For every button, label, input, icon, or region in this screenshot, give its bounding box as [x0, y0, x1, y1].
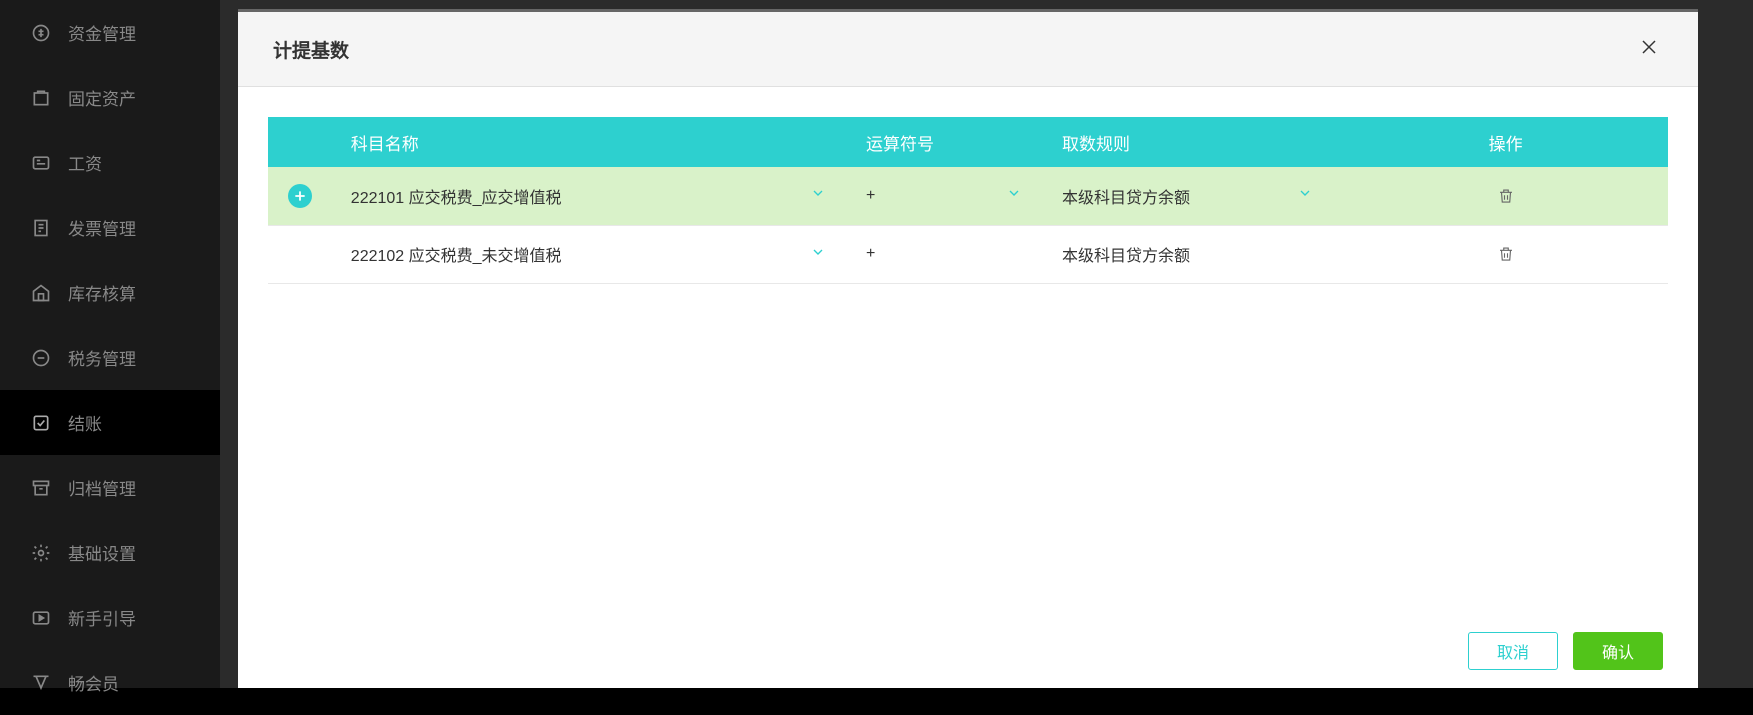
cell-subject: 222101 应交税费_应交增值税 [341, 167, 856, 225]
table-row: 222102 应交税费_未交增值税 + [268, 225, 1668, 283]
sidebar-item-label: 结账 [68, 410, 102, 435]
money-icon [30, 22, 52, 44]
sidebar-item-money[interactable]: 资金管理 [0, 0, 220, 65]
sidebar-item-label: 税务管理 [68, 345, 136, 370]
th-action: 操作 [1343, 117, 1668, 167]
subject-select[interactable]: 222101 应交税费_应交增值税 [351, 184, 846, 208]
tax-icon [30, 347, 52, 369]
chevron-down-icon [1006, 185, 1022, 206]
operator-select[interactable]: + [866, 185, 1042, 206]
confirm-button[interactable]: 确认 [1573, 632, 1663, 670]
cell-operator: + [856, 167, 1052, 225]
sidebar-item-vip[interactable]: 畅会员 [0, 650, 220, 715]
th-subject: 科目名称 [341, 117, 856, 167]
sidebar-item-label: 归档管理 [68, 475, 136, 500]
sidebar-item-settings[interactable]: 基础设置 [0, 520, 220, 585]
sidebar: 资金管理 固定资产 工资 发票管理 库存核算 税务管理 结账 [0, 0, 220, 688]
sidebar-item-label: 资金管理 [68, 20, 136, 45]
confirm-label: 确认 [1602, 639, 1634, 663]
close-button[interactable] [1635, 30, 1663, 68]
cell-add [268, 167, 341, 225]
table-header-row: 科目名称 运算符号 取数规则 操作 [268, 117, 1668, 167]
cell-rule: 本级科目贷方余额 [1052, 167, 1343, 225]
asset-icon [30, 87, 52, 109]
cell-add [268, 225, 341, 283]
sidebar-item-label: 工资 [68, 150, 102, 175]
modal-title: 计提基数 [273, 36, 349, 63]
th-operator: 运算符号 [856, 117, 1052, 167]
data-table: 科目名称 运算符号 取数规则 操作 222101 应交税费_应交增值税 [268, 117, 1668, 284]
sidebar-item-closing[interactable]: 结账 [0, 390, 220, 455]
delete-row-button[interactable] [1353, 186, 1658, 206]
cell-subject: 222102 应交税费_未交增值税 [341, 225, 856, 283]
cell-operator: + [856, 225, 1052, 283]
modal-dialog: 计提基数 科目名称 运算符号 取数规则 操作 [238, 9, 1698, 688]
invoice-icon [30, 217, 52, 239]
modal-footer: 取消 确认 [238, 613, 1698, 688]
modal-header: 计提基数 [238, 12, 1698, 87]
sidebar-item-archive[interactable]: 归档管理 [0, 455, 220, 520]
sidebar-item-tax[interactable]: 税务管理 [0, 325, 220, 390]
guide-icon [30, 607, 52, 629]
sidebar-item-asset[interactable]: 固定资产 [0, 65, 220, 130]
subject-select[interactable]: 222102 应交税费_未交增值税 [351, 242, 846, 266]
cell-action [1343, 167, 1668, 225]
trash-icon [1497, 244, 1515, 264]
th-rule: 取数规则 [1052, 117, 1343, 167]
operator-select[interactable]: + [866, 245, 1042, 263]
sidebar-item-label: 发票管理 [68, 215, 136, 240]
salary-icon [30, 152, 52, 174]
chevron-down-icon [1297, 185, 1313, 206]
sidebar-item-salary[interactable]: 工资 [0, 130, 220, 195]
archive-icon [30, 477, 52, 499]
cell-action [1343, 225, 1668, 283]
operator-value: + [866, 187, 875, 205]
add-row-button[interactable] [288, 184, 312, 208]
rule-value: 本级科目贷方余额 [1062, 242, 1190, 266]
rule-select[interactable]: 本级科目贷方余额 [1062, 184, 1333, 208]
subject-value: 222102 应交税费_未交增值税 [351, 242, 562, 266]
chevron-down-icon [810, 185, 826, 206]
sidebar-item-label: 库存核算 [68, 280, 136, 305]
sidebar-item-label: 固定资产 [68, 85, 136, 110]
sidebar-item-label: 新手引导 [68, 605, 136, 630]
inventory-icon [30, 282, 52, 304]
th-add [268, 117, 341, 167]
table-row: 222101 应交税费_应交增值税 + [268, 167, 1668, 225]
cancel-button[interactable]: 取消 [1468, 632, 1558, 670]
gear-icon [30, 542, 52, 564]
sidebar-item-invoice[interactable]: 发票管理 [0, 195, 220, 260]
cell-rule: 本级科目贷方余额 [1052, 225, 1343, 283]
rule-select[interactable]: 本级科目贷方余额 [1062, 242, 1333, 266]
sidebar-item-label: 畅会员 [68, 670, 119, 695]
cancel-label: 取消 [1497, 639, 1529, 663]
vip-icon [30, 672, 52, 694]
sidebar-item-inventory[interactable]: 库存核算 [0, 260, 220, 325]
chevron-down-icon [810, 244, 826, 265]
sidebar-item-guide[interactable]: 新手引导 [0, 585, 220, 650]
operator-value: + [866, 245, 875, 263]
subject-value: 222101 应交税费_应交增值税 [351, 184, 562, 208]
delete-row-button[interactable] [1353, 244, 1658, 264]
modal-body: 科目名称 运算符号 取数规则 操作 222101 应交税费_应交增值税 [238, 87, 1698, 613]
sidebar-item-label: 基础设置 [68, 540, 136, 565]
closing-icon [30, 412, 52, 434]
trash-icon [1497, 186, 1515, 206]
rule-value: 本级科目贷方余额 [1062, 184, 1190, 208]
